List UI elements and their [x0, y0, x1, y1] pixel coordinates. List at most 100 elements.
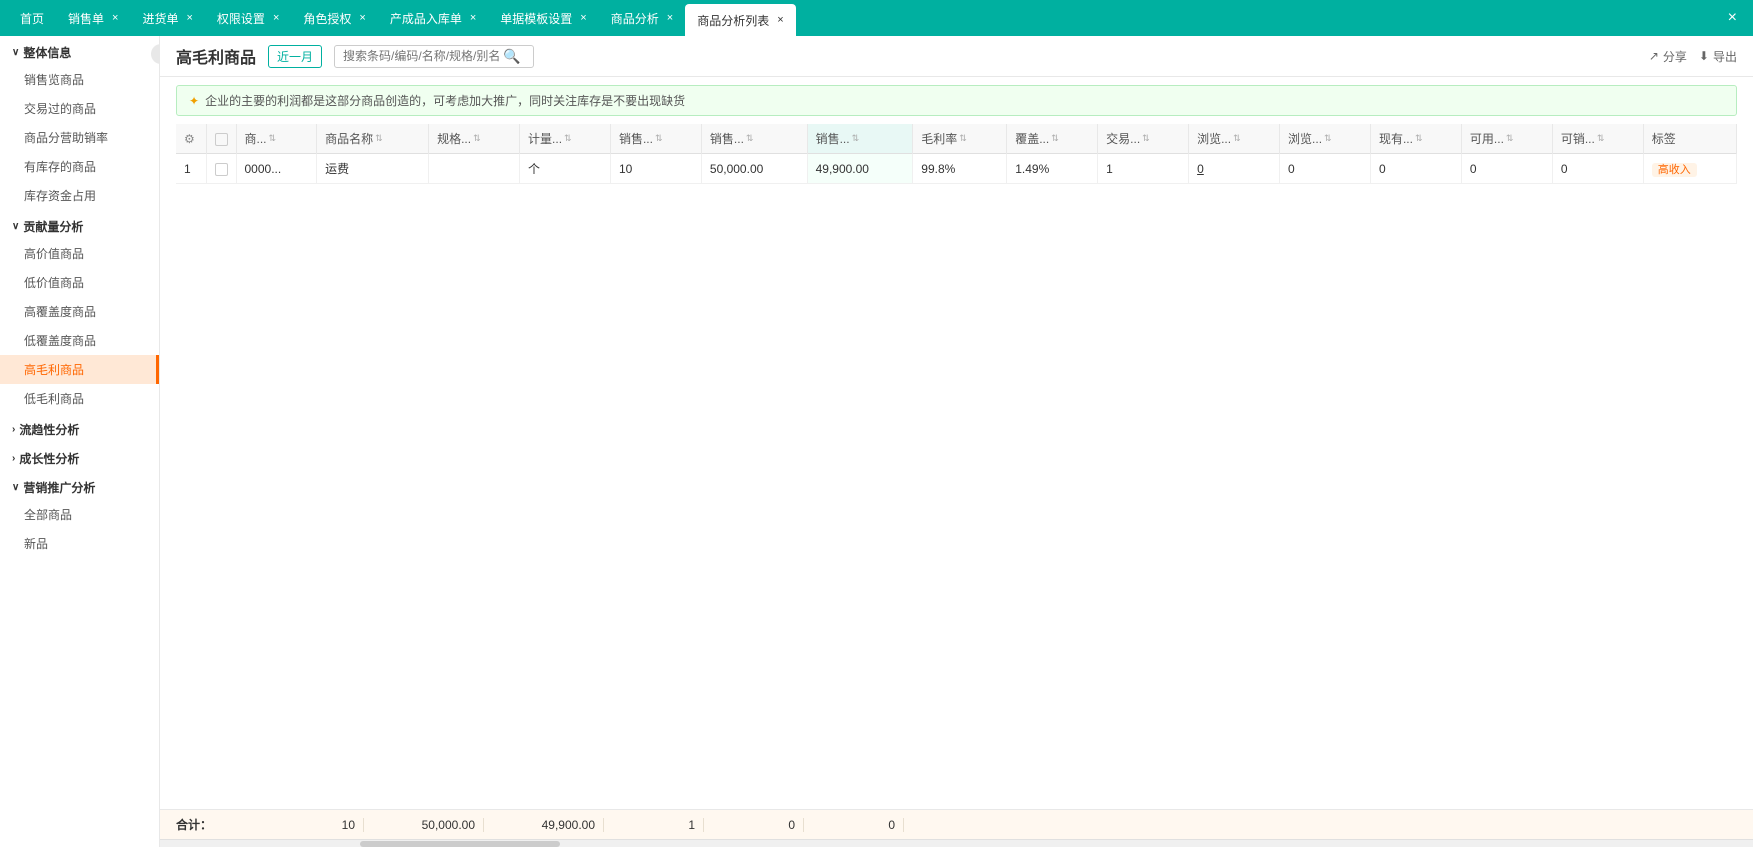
sidebar-item-stock-capital[interactable]: 库存资金占用	[0, 181, 159, 210]
sidebar-group-trend[interactable]: › 流趋性分析	[0, 413, 159, 442]
sort-icon: ⇅	[1415, 133, 1423, 144]
search-icon[interactable]: 🔍	[503, 48, 520, 65]
sidebar-group-marketing[interactable]: ∨ 营销推广分析	[0, 471, 159, 500]
nav-close-icon[interactable]: ×	[186, 12, 192, 24]
nav-close-icon[interactable]: ×	[273, 12, 279, 24]
sidebar-group-overview[interactable]: ∨ 整体信息	[0, 36, 159, 65]
sort-icon: ⇅	[269, 133, 277, 144]
sidebar-item-sales-goods[interactable]: 销售览商品	[0, 65, 159, 94]
col-browse2[interactable]: 浏览... ⇅	[1280, 124, 1371, 154]
nav-close-icon[interactable]: ×	[112, 12, 118, 24]
summary-cells: 10 50,000.00 49,900.00 1 0 0	[244, 818, 1737, 832]
col-sales-qty[interactable]: 销售... ⇅	[610, 124, 701, 154]
col-current-stock[interactable]: 现有... ⇅	[1370, 124, 1461, 154]
sort-icon: ⇅	[1142, 133, 1150, 144]
summary-sellable-stock: 0	[804, 818, 904, 832]
sidebar-item-low-value[interactable]: 低价值商品	[0, 268, 159, 297]
sidebar-group-growth[interactable]: › 成长性分析	[0, 442, 159, 471]
search-input[interactable]	[343, 49, 503, 63]
sort-icon: ⇅	[473, 133, 481, 144]
nav-product-analysis[interactable]: 商品分析 ×	[599, 0, 685, 36]
chevron-down-icon: ∨	[12, 482, 19, 493]
nav-purchase-order[interactable]: 进货单 ×	[130, 0, 204, 36]
scrollbar-thumb[interactable]	[360, 841, 560, 847]
col-code[interactable]: 商... ⇅	[236, 124, 317, 154]
sort-icon: ⇅	[375, 133, 383, 144]
chevron-down-icon: ∨	[12, 221, 19, 232]
cell-checkbox[interactable]	[206, 154, 236, 184]
col-sellable-stock[interactable]: 可销... ⇅	[1552, 124, 1643, 154]
sort-icon: ⇅	[852, 133, 860, 144]
col-unit[interactable]: 计量... ⇅	[520, 124, 611, 154]
period-button[interactable]: 近一月	[268, 45, 322, 68]
banner-text: 企业的主要的利润都是这部分商品创造的，可考虑加大推广，同时关注库存是不要出现缺货	[205, 92, 685, 109]
nav-product-inbound[interactable]: 产成品入库单 ×	[378, 0, 488, 36]
summary-sales-amount: 50,000.00	[364, 818, 484, 832]
col-coverage[interactable]: 覆盖... ⇅	[1007, 124, 1098, 154]
col-browse1[interactable]: 浏览... ⇅	[1189, 124, 1280, 154]
cell-transactions: 1	[1098, 154, 1189, 184]
col-spec[interactable]: 规格... ⇅	[429, 124, 520, 154]
cell-spec	[429, 154, 520, 184]
sidebar-item-all-goods[interactable]: 全部商品	[0, 500, 159, 529]
nav-home[interactable]: 首页	[8, 0, 56, 36]
nav-permissions[interactable]: 权限设置 ×	[205, 0, 291, 36]
export-button[interactable]: ⬇ 导出	[1699, 48, 1737, 65]
cell-browse1[interactable]: 0	[1189, 154, 1280, 184]
select-all-checkbox[interactable]	[215, 133, 228, 146]
settings-icon[interactable]: ⚙	[184, 132, 195, 146]
col-settings[interactable]: ⚙	[176, 124, 206, 154]
page-title: 高毛利商品	[176, 44, 256, 68]
content-header: 高毛利商品 近一月 🔍 ↗ 分享 ⬇ 导出	[160, 36, 1753, 77]
info-icon: ✦	[189, 94, 199, 108]
cell-sellable-stock: 0	[1552, 154, 1643, 184]
col-transactions[interactable]: 交易... ⇅	[1098, 124, 1189, 154]
info-banner: ✦ 企业的主要的利润都是这部分商品创造的，可考虑加大推广，同时关注库存是不要出现…	[176, 85, 1737, 116]
chevron-right-icon: ›	[12, 424, 15, 435]
nav-close-icon[interactable]: ×	[777, 14, 783, 26]
table-container: ⚙ 商... ⇅ 商品名称	[160, 124, 1753, 809]
col-gross-margin[interactable]: 毛利率 ⇅	[913, 124, 1007, 154]
sort-icon: ⇅	[1506, 133, 1514, 144]
sidebar-group-contribution[interactable]: ∨ 贡献量分析	[0, 210, 159, 239]
nav-close-icon[interactable]: ×	[470, 12, 476, 24]
cell-browse2: 0	[1280, 154, 1371, 184]
nav-template-settings[interactable]: 单据模板设置 ×	[488, 0, 598, 36]
horizontal-scrollbar[interactable]	[160, 839, 1753, 847]
sidebar-item-traded-goods[interactable]: 交易过的商品	[0, 94, 159, 123]
share-button[interactable]: ↗ 分享	[1649, 48, 1687, 65]
col-available-stock[interactable]: 可用... ⇅	[1461, 124, 1552, 154]
sort-icon: ⇅	[655, 133, 663, 144]
sort-icon: ⇅	[564, 133, 572, 144]
sidebar-item-in-stock-goods[interactable]: 有库存的商品	[0, 152, 159, 181]
cell-tag: 高收入	[1643, 154, 1736, 184]
sidebar-item-low-margin[interactable]: 低毛利商品	[0, 384, 159, 413]
chevron-down-icon: ∨	[12, 47, 19, 58]
sidebar-item-sales-assist-rate[interactable]: 商品分营助销率	[0, 123, 159, 152]
share-icon: ↗	[1649, 49, 1659, 63]
sidebar: 《 ∨ 整体信息 销售览商品 交易过的商品 商品分营助销率 有库存的商品 库存资…	[0, 36, 160, 847]
nav-role-auth[interactable]: 角色授权 ×	[291, 0, 377, 36]
nav-close-icon[interactable]: ×	[580, 12, 586, 24]
sidebar-item-new-goods[interactable]: 新品	[0, 529, 159, 558]
col-sales-profit[interactable]: 销售... ⇅	[807, 124, 913, 154]
sidebar-item-high-value[interactable]: 高价值商品	[0, 239, 159, 268]
cell-index: 1	[176, 154, 206, 184]
nav-sales-order[interactable]: 销售单 ×	[56, 0, 130, 36]
col-name[interactable]: 商品名称 ⇅	[317, 124, 429, 154]
cell-available-stock: 0	[1461, 154, 1552, 184]
sidebar-item-low-coverage[interactable]: 低覆盖度商品	[0, 326, 159, 355]
cell-gross-margin: 99.8%	[913, 154, 1007, 184]
cell-name[interactable]: 运费	[317, 154, 429, 184]
col-sales-amount[interactable]: 销售... ⇅	[701, 124, 807, 154]
cell-sales-profit: 49,900.00	[807, 154, 913, 184]
close-all-tabs-button[interactable]: ×	[1720, 9, 1745, 27]
summary-sales-qty: 10	[244, 818, 364, 832]
sidebar-item-high-margin[interactable]: 高毛利商品	[0, 355, 159, 384]
sidebar-item-high-coverage[interactable]: 高覆盖度商品	[0, 297, 159, 326]
col-tag: 标签	[1643, 124, 1736, 154]
col-checkbox	[206, 124, 236, 154]
nav-product-analysis-list[interactable]: 商品分析列表 ×	[685, 4, 795, 36]
nav-close-icon[interactable]: ×	[667, 12, 673, 24]
nav-close-icon[interactable]: ×	[359, 12, 365, 24]
